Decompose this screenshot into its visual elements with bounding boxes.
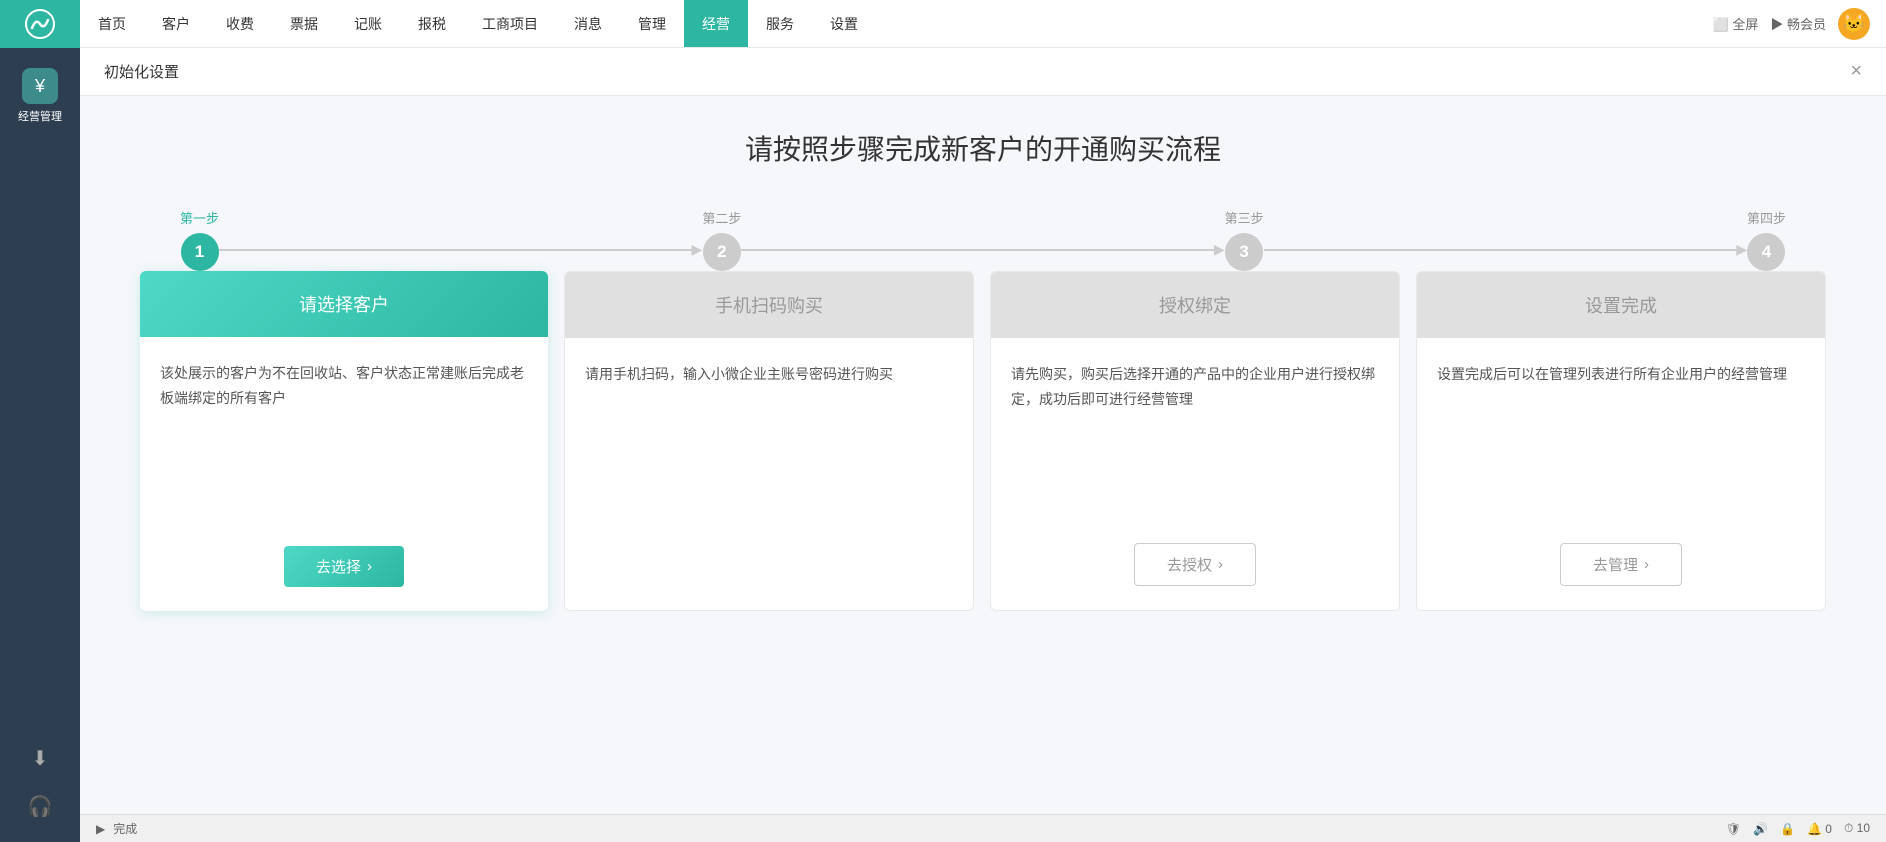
step-arrow-2: ▶ [741,241,1224,258]
nav-service[interactable]: 服务 [748,0,812,47]
nav-business[interactable]: 工商项目 [464,0,556,47]
member-btn[interactable]: ▶ 畅会员 [1770,14,1826,33]
nav-tax[interactable]: 报税 [400,0,464,47]
page-header: 初始化设置 × [80,48,1886,96]
card-1-header: 请选择客户 [140,271,548,337]
step-card-1: 请选择客户 该处展示的客户为不在回收站、客户状态正常建账后完成老板端绑定的所有客… [140,271,548,611]
step-4-circle: 4 [1747,233,1785,271]
main-content: 初始化设置 × 请按照步骤完成新客户的开通购买流程 第一步 1 ▶ [80,48,1886,842]
nav-settings[interactable]: 设置 [812,0,876,47]
nav-messages[interactable]: 消息 [556,0,620,47]
time-icon: ⏱ 10 [1844,821,1870,836]
go-select-button[interactable]: 去选择 › [284,546,404,587]
card-2-footer [565,570,973,610]
step-2-circle: 2 [703,233,741,271]
nav-right: ⬜ 全屏 ▶ 畅会员 🐱 [1713,8,1886,40]
steps-flow: 第一步 1 ▶ 第二步 2 ▶ [140,208,1826,271]
fullscreen-btn[interactable]: ⬜ 全屏 [1713,14,1759,33]
volume-icon: 🔊 [1753,822,1768,836]
nav-customer[interactable]: 客户 [144,0,208,47]
close-button[interactable]: × [1850,60,1862,83]
app-logo[interactable] [0,0,80,48]
nav-manage[interactable]: 管理 [620,0,684,47]
step-3-label: 第三步 [1225,208,1264,227]
download-icon[interactable]: ⬇ [20,738,60,778]
nav-operations[interactable]: 经营 [684,0,748,47]
step-node-1: 第一步 1 [180,208,219,271]
sidebar-bottom: ⬇ 🎧 [20,738,60,842]
status-bar: ▶ 完成 🛡 🔊 🔒 🔔 0 ⏱ 10 [80,814,1886,842]
arrow-line-1 [219,249,696,251]
step-3-circle: 3 [1225,233,1263,271]
arrow-head-3: ▶ [1736,241,1747,258]
arrow-line-2 [741,249,1218,251]
top-navigation: 首页 客户 收费 票据 记账 报税 工商项目 消息 管理 经营 服务 设置 ⬜ … [0,0,1886,48]
lock-icon: 🔒 [1780,822,1795,836]
status-text: 完成 [113,820,137,837]
nav-accounting[interactable]: 记账 [336,0,400,47]
step-1-label: 第一步 [180,208,219,227]
step-node-4: 第四步 4 [1747,208,1786,271]
nav-tickets[interactable]: 票据 [272,0,336,47]
step-node-3: 第三步 3 [1225,208,1264,271]
go-manage-button[interactable]: 去管理 › [1560,543,1682,586]
step-cards: 请选择客户 该处展示的客户为不在回收站、客户状态正常建账后完成老板端绑定的所有客… [140,271,1826,611]
step-2-label: 第二步 [702,208,741,227]
sidebar: ¥ 经营管理 ⬇ 🎧 [0,48,80,842]
main-title: 请按照步骤完成新客户的开通购买流程 [140,128,1826,168]
main-layout: ¥ 经营管理 ⬇ 🎧 初始化设置 × 请按照步骤完成新客户的开通购买流程 第一步… [0,48,1886,842]
step-card-3: 授权绑定 请先购买，购买后选择开通的产品中的企业用户进行授权绑定，成功后即可进行… [990,271,1400,611]
page-title: 初始化设置 [104,61,179,82]
nav-items: 首页 客户 收费 票据 记账 报税 工商项目 消息 管理 经营 服务 设置 [80,0,1713,47]
step-1-circle: 1 [181,233,219,271]
step-arrow-1: ▶ [219,241,702,258]
card-3-body: 请先购买，购买后选择开通的产品中的企业用户进行授权绑定，成功后即可进行经营管理 [991,338,1399,527]
card-1-body: 该处展示的客户为不在回收站、客户状态正常建账后完成老板端绑定的所有客户 [140,337,548,530]
status-left: ▶ 完成 [96,820,137,837]
sidebar-item-operations[interactable]: ¥ 经营管理 [0,56,80,136]
status-right: 🛡 🔊 🔒 🔔 0 ⏱ 10 [1726,821,1870,836]
step-4-label: 第四步 [1747,208,1786,227]
card-2-body: 请用手机扫码，输入小微企业主账号密码进行购买 [565,338,973,570]
step-node-2: 第二步 2 [702,208,741,271]
card-4-body: 设置完成后可以在管理列表进行所有企业用户的经营管理 [1417,338,1825,527]
card-3-header: 授权绑定 [991,272,1399,338]
headset-icon[interactable]: 🎧 [20,786,60,826]
card-4-header: 设置完成 [1417,272,1825,338]
arrow-head-2: ▶ [1214,241,1225,258]
card-2-header: 手机扫码购买 [565,272,973,338]
step-card-4: 设置完成 设置完成后可以在管理列表进行所有企业用户的经营管理 去管理 › [1416,271,1826,611]
card-4-footer: 去管理 › [1417,527,1825,610]
nav-billing[interactable]: 收费 [208,0,272,47]
card-1-footer: 去选择 › [140,530,548,611]
user-avatar[interactable]: 🐱 [1838,8,1870,40]
step-card-2: 手机扫码购买 请用手机扫码，输入小微企业主账号密码进行购买 [564,271,974,611]
shield-icon: 🛡 [1726,822,1741,836]
steps-container: 请按照步骤完成新客户的开通购买流程 第一步 1 ▶ 第二步 2 [80,96,1886,814]
operations-icon: ¥ [22,68,58,104]
step-arrow-3: ▶ [1264,241,1747,258]
card-3-footer: 去授权 › [991,527,1399,610]
play-icon: ▶ [96,822,105,836]
notification-icon: 🔔 0 [1807,822,1832,836]
nav-home[interactable]: 首页 [80,0,144,47]
go-authorize-button[interactable]: 去授权 › [1134,543,1256,586]
arrow-line-3 [1264,249,1741,251]
arrow-head-1: ▶ [692,241,703,258]
